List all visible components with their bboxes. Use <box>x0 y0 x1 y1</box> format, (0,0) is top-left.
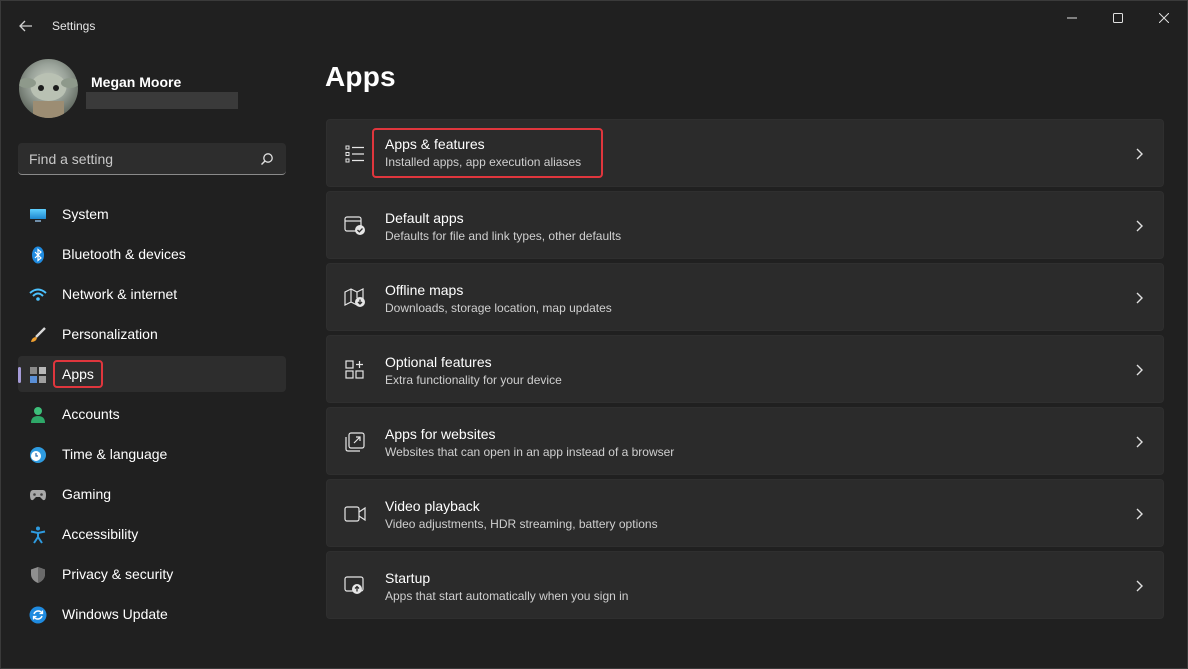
card-text: Apps & features Installed apps, app exec… <box>371 128 604 178</box>
default-apps-icon <box>344 215 366 237</box>
back-button[interactable] <box>13 13 39 39</box>
map-icon <box>344 287 366 309</box>
chevron-right-icon <box>1136 508 1143 520</box>
search-icon[interactable] <box>260 152 274 166</box>
avatar-image <box>19 73 78 118</box>
card-subtitle: Downloads, storage location, map updates <box>385 301 612 315</box>
card-title: Apps for websites <box>385 426 496 442</box>
sidebar-item-label: System <box>62 206 109 222</box>
back-arrow-icon <box>19 20 32 32</box>
bluetooth-icon <box>29 246 47 264</box>
card-title: Video playback <box>385 498 480 514</box>
person-icon <box>29 406 47 424</box>
card-startup[interactable]: Startup Apps that start automatically wh… <box>326 551 1164 619</box>
chevron-right-icon <box>1136 220 1143 232</box>
chevron-right-icon <box>1136 292 1143 304</box>
card-text: Video playback Video adjustments, HDR st… <box>385 498 658 532</box>
minimize-button[interactable] <box>1049 1 1095 35</box>
title-bar: Settings <box>1 1 1187 49</box>
minimize-icon <box>1067 17 1077 19</box>
sidebar-item-system[interactable]: System <box>18 196 286 232</box>
card-text: Offline maps Downloads, storage location… <box>385 282 612 316</box>
maximize-icon <box>1113 13 1123 23</box>
card-title: Offline maps <box>385 282 464 298</box>
startup-icon <box>344 575 366 597</box>
card-text: Optional features Extra functionality fo… <box>385 354 562 388</box>
close-icon <box>1159 13 1169 23</box>
brush-icon <box>29 326 47 344</box>
gamepad-icon <box>29 486 47 504</box>
monitor-icon <box>29 206 47 224</box>
sidebar-item-time-language[interactable]: Time & language <box>18 436 286 472</box>
settings-window: Settings Megan Moore Find a setting Syst… <box>0 0 1188 669</box>
card-title: Optional features <box>385 354 492 370</box>
sidebar-item-label: Windows Update <box>62 606 168 622</box>
add-grid-icon <box>344 359 366 381</box>
card-offline-maps[interactable]: Offline maps Downloads, storage location… <box>326 263 1164 331</box>
sidebar-nav: System Bluetooth & devices Network & int… <box>18 196 286 636</box>
wifi-icon <box>29 286 47 304</box>
card-text: Apps for websites Websites that can open… <box>385 426 674 460</box>
apps-icon <box>29 366 47 384</box>
sidebar-item-label: Network & internet <box>62 286 178 302</box>
shield-icon <box>29 566 47 584</box>
card-apps-for-websites[interactable]: Apps for websites Websites that can open… <box>326 407 1164 475</box>
avatar[interactable] <box>19 59 78 118</box>
active-indicator <box>18 367 21 383</box>
accessibility-icon <box>29 526 47 544</box>
user-name: Megan Moore <box>91 74 182 90</box>
sidebar-item-bluetooth[interactable]: Bluetooth & devices <box>18 236 286 272</box>
sidebar-item-label: Personalization <box>62 326 158 342</box>
search-input[interactable] <box>18 143 258 174</box>
card-video-playback[interactable]: Video playback Video adjustments, HDR st… <box>326 479 1164 547</box>
sidebar-item-label: Accessibility <box>62 526 139 542</box>
list-icon <box>344 143 366 165</box>
update-icon <box>29 606 47 624</box>
app-title: Settings <box>52 19 96 33</box>
card-subtitle: Websites that can open in an app instead… <box>385 445 675 459</box>
card-title: Default apps <box>385 210 464 226</box>
sidebar-item-label: Bluetooth & devices <box>62 246 186 262</box>
clock-globe-icon <box>29 446 47 464</box>
sidebar-item-label: Accounts <box>62 406 120 422</box>
sidebar-item-accounts[interactable]: Accounts <box>18 396 286 432</box>
sidebar-item-label: Time & language <box>62 446 168 462</box>
sidebar-item-label: Gaming <box>62 486 112 502</box>
card-title: Apps & features <box>385 136 485 152</box>
sidebar-item-gaming[interactable]: Gaming <box>18 476 286 512</box>
maximize-button[interactable] <box>1095 1 1141 35</box>
close-button[interactable] <box>1141 1 1187 35</box>
card-title: Startup <box>385 570 431 586</box>
card-default-apps[interactable]: Default apps Defaults for file and link … <box>326 191 1164 259</box>
sidebar-item-network[interactable]: Network & internet <box>18 276 286 312</box>
sidebar-item-label: Privacy & security <box>62 566 174 582</box>
card-subtitle: Defaults for file and link types, other … <box>385 229 622 243</box>
card-apps-features[interactable]: Apps & features Installed apps, app exec… <box>326 119 1164 187</box>
chevron-right-icon <box>1136 364 1143 376</box>
sidebar-item-personalization[interactable]: Personalization <box>18 316 286 352</box>
sidebar-item-windows-update[interactable]: Windows Update <box>18 596 286 632</box>
card-subtitle: Video adjustments, HDR streaming, batter… <box>385 517 658 531</box>
chevron-right-icon <box>1136 436 1143 448</box>
card-subtitle: Apps that start automatically when you s… <box>385 589 629 603</box>
chevron-right-icon <box>1136 580 1143 592</box>
card-subtitle: Installed apps, app execution aliases <box>385 155 582 169</box>
page-title: Apps <box>325 61 396 92</box>
chevron-right-icon <box>1136 148 1143 160</box>
card-subtitle: Extra functionality for your device <box>385 373 562 387</box>
sidebar-item-apps[interactable]: Apps <box>18 356 286 392</box>
card-text: Startup Apps that start automatically wh… <box>385 570 628 604</box>
sidebar-item-accessibility[interactable]: Accessibility <box>18 516 286 552</box>
video-icon <box>344 503 366 525</box>
card-text: Default apps Defaults for file and link … <box>385 210 621 244</box>
sidebar-item-label: Apps <box>53 360 103 388</box>
open-link-icon <box>344 431 366 453</box>
user-email-redacted <box>86 92 238 109</box>
sidebar-item-privacy[interactable]: Privacy & security <box>18 556 286 592</box>
card-optional-features[interactable]: Optional features Extra functionality fo… <box>326 335 1164 403</box>
search-box[interactable] <box>18 143 286 175</box>
settings-card-list: Apps & features Installed apps, app exec… <box>326 119 1164 623</box>
